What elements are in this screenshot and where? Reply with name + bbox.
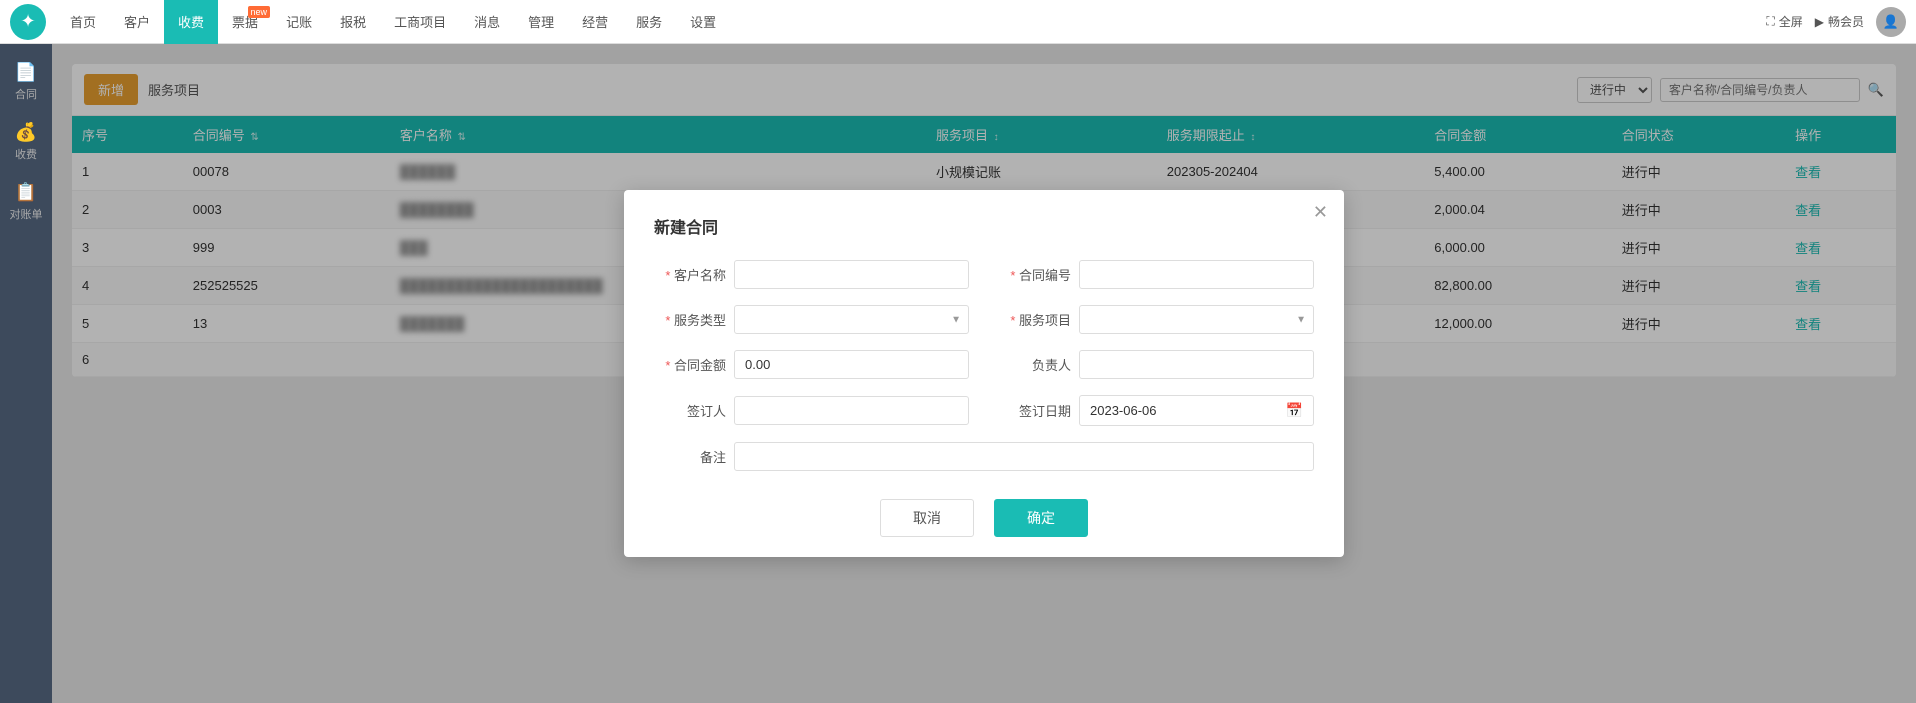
- top-navigation: ✦ 首页 客户 收费 票据 new 记账 报税 工商项目 消息 管理 经营 服务…: [0, 0, 1916, 44]
- nav-right: ⛶ 全屏 ▶ 畅会员 👤: [1766, 7, 1906, 37]
- person-in-charge-row: 负责人: [999, 350, 1314, 379]
- member-label: 畅会员: [1828, 13, 1864, 30]
- amount-input[interactable]: [734, 350, 969, 379]
- service-item-label: 服务项目: [999, 310, 1071, 329]
- modal-footer: 取消 确定: [654, 499, 1314, 537]
- nav-message[interactable]: 消息: [460, 0, 514, 44]
- sidebar-label-billing: 收费: [15, 146, 37, 162]
- contract-no-row: 合同编号: [999, 260, 1314, 289]
- nav-customer[interactable]: 客户: [110, 0, 164, 44]
- nav-items: 首页 客户 收费 票据 new 记账 报税 工商项目 消息 管理 经营 服务 设…: [56, 0, 1766, 44]
- sidebar-label-statement: 对账单: [10, 206, 43, 222]
- fullscreen-button[interactable]: ⛶ 全屏: [1766, 13, 1802, 30]
- modal-overlay: 新建合同 ✕ 客户名称 合同编号 服务类型: [52, 44, 1916, 703]
- nav-settings[interactable]: 设置: [676, 0, 730, 44]
- person-in-charge-input[interactable]: [1079, 350, 1314, 379]
- signer-label: 签订人: [654, 401, 726, 420]
- nav-operation[interactable]: 经营: [568, 0, 622, 44]
- logo-icon: ✦: [20, 11, 35, 32]
- statement-icon: 📋: [15, 182, 37, 203]
- sign-date-row: 签订日期 2023-06-06 📅: [999, 395, 1314, 426]
- modal-close-button[interactable]: ✕: [1313, 202, 1328, 223]
- amount-label: 合同金额: [654, 355, 726, 374]
- service-type-wrapper: [734, 305, 969, 334]
- nav-tax[interactable]: 报税: [326, 0, 380, 44]
- sidebar-label-contract: 合同: [15, 86, 37, 102]
- sidebar: 📄 合同 💰 收费 📋 对账单: [0, 44, 52, 703]
- fullscreen-label: 全屏: [1779, 13, 1803, 30]
- content-area: 新增 服务项目 进行中 全部 已结束 🔍 序号 合同编号: [52, 44, 1916, 703]
- amount-row: 合同金额: [654, 350, 969, 379]
- billing-icon: 💰: [15, 122, 37, 143]
- nav-home[interactable]: 首页: [56, 0, 110, 44]
- nav-invoice[interactable]: 票据 new: [218, 0, 272, 44]
- member-button[interactable]: ▶ 畅会员: [1815, 13, 1864, 30]
- main-layout: 📄 合同 💰 收费 📋 对账单 新增 服务项目 进行中 全部 已结束: [0, 44, 1916, 703]
- fullscreen-icon: ⛶: [1766, 14, 1774, 29]
- sidebar-item-contract[interactable]: 📄 合同: [0, 54, 52, 110]
- signer-row: 签订人: [654, 395, 969, 426]
- person-in-charge-label: 负责人: [999, 355, 1071, 374]
- service-item-wrapper: [1079, 305, 1314, 334]
- notes-input[interactable]: [734, 442, 1314, 471]
- nav-bookkeeping[interactable]: 记账: [272, 0, 326, 44]
- sidebar-item-billing[interactable]: 💰 收费: [0, 114, 52, 170]
- service-item-row: 服务项目: [999, 305, 1314, 334]
- service-type-row: 服务类型: [654, 305, 969, 334]
- avatar[interactable]: 👤: [1876, 7, 1906, 37]
- contract-no-input[interactable]: [1079, 260, 1314, 289]
- confirm-button[interactable]: 确定: [994, 499, 1088, 537]
- notes-row: 备注: [654, 442, 1314, 471]
- service-item-select[interactable]: [1079, 305, 1314, 334]
- customer-name-row: 客户名称: [654, 260, 969, 289]
- contract-icon: 📄: [15, 62, 37, 83]
- notes-label: 备注: [654, 447, 726, 466]
- service-type-label: 服务类型: [654, 310, 726, 329]
- calendar-icon[interactable]: 📅: [1286, 402, 1303, 419]
- sign-date-field[interactable]: 2023-06-06 📅: [1079, 395, 1314, 426]
- sign-date-value: 2023-06-06: [1090, 403, 1157, 418]
- customer-name-input[interactable]: [734, 260, 969, 289]
- logo: ✦: [10, 4, 46, 40]
- sign-date-label: 签订日期: [999, 401, 1071, 420]
- signer-input[interactable]: [734, 396, 969, 425]
- modal-title: 新建合同: [654, 214, 1314, 238]
- new-contract-modal: 新建合同 ✕ 客户名称 合同编号 服务类型: [624, 190, 1344, 557]
- sidebar-item-statement[interactable]: 📋 对账单: [0, 174, 52, 230]
- cancel-button[interactable]: 取消: [880, 499, 974, 537]
- service-type-select[interactable]: [734, 305, 969, 334]
- new-badge: new: [248, 6, 271, 18]
- nav-manage[interactable]: 管理: [514, 0, 568, 44]
- contract-no-label: 合同编号: [999, 265, 1071, 284]
- nav-service[interactable]: 服务: [622, 0, 676, 44]
- avatar-icon: 👤: [1883, 14, 1899, 30]
- modal-form: 客户名称 合同编号 服务类型: [654, 260, 1314, 471]
- play-icon: ▶: [1815, 15, 1824, 29]
- nav-business[interactable]: 工商项目: [380, 0, 460, 44]
- nav-billing[interactable]: 收费: [164, 0, 218, 44]
- customer-name-label: 客户名称: [654, 265, 726, 284]
